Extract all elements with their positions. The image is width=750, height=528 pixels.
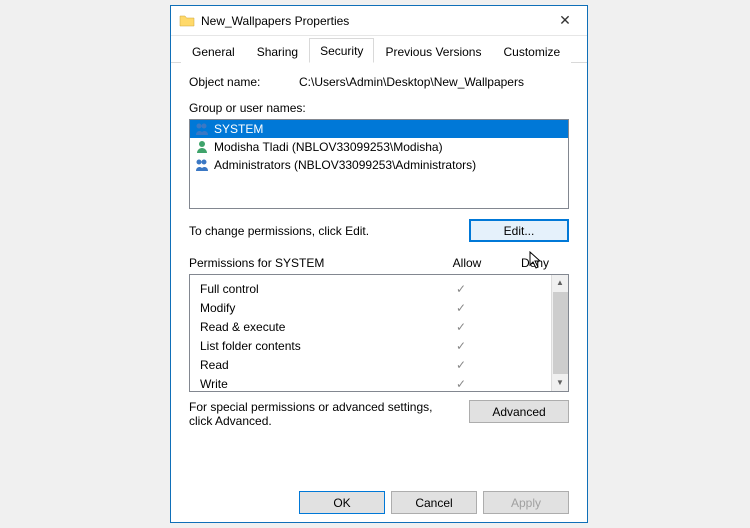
permission-name: List folder contents [200,339,431,353]
tab-customize[interactable]: Customize [492,39,571,63]
permission-row: Read ✓ [190,355,551,374]
allow-cell: ✓ [431,339,491,353]
permissions-listbox: Full control ✓ Modify ✓ Read & execute ✓… [189,274,569,392]
allow-cell: ✓ [431,377,491,391]
permission-name: Write [200,377,431,391]
permissions-header: Permissions for SYSTEM Allow Deny [189,256,569,270]
allow-cell: ✓ [431,282,491,296]
groups-listbox[interactable]: SYSTEM Modisha Tladi (NBLOV33099253\Modi… [189,119,569,209]
cancel-button[interactable]: Cancel [391,491,477,514]
column-allow: Allow [433,256,501,270]
group-item-label: Modisha Tladi (NBLOV33099253\Modisha) [214,140,443,154]
tab-security[interactable]: Security [309,38,374,63]
group-item-label: Administrators (NBLOV33099253\Administra… [214,158,476,172]
permission-name: Read & execute [200,320,431,334]
group-item-user[interactable]: Modisha Tladi (NBLOV33099253\Modisha) [190,138,568,156]
allow-cell: ✓ [431,301,491,315]
tab-general[interactable]: General [181,39,246,63]
object-name-label: Object name: [189,75,299,89]
user-icon [194,139,210,155]
object-name-value: C:\Users\Admin\Desktop\New_Wallpapers [299,75,524,89]
advanced-row: For special permissions or advanced sett… [189,400,569,428]
permission-name: Full control [200,282,431,296]
scrollbar-thumb[interactable] [553,292,568,374]
groups-label: Group or user names: [189,101,569,115]
folder-icon [179,13,195,29]
tabs: General Sharing Security Previous Versio… [171,36,587,63]
object-name-row: Object name: C:\Users\Admin\Desktop\New_… [189,75,569,89]
permissions-for-label: Permissions for SYSTEM [189,256,433,270]
properties-window: New_Wallpapers Properties ✕ General Shar… [170,5,588,523]
close-button[interactable]: ✕ [543,6,587,36]
permission-row: Full control ✓ [190,279,551,298]
permission-row: Modify ✓ [190,298,551,317]
permission-name: Read [200,358,431,372]
allow-cell: ✓ [431,358,491,372]
allow-cell: ✓ [431,320,491,334]
permission-row: Write ✓ [190,374,551,391]
permissions-list[interactable]: Full control ✓ Modify ✓ Read & execute ✓… [190,275,551,391]
apply-button[interactable]: Apply [483,491,569,514]
group-item-system[interactable]: SYSTEM [190,120,568,138]
advanced-button[interactable]: Advanced [469,400,569,423]
tab-sharing[interactable]: Sharing [246,39,309,63]
dialog-footer: OK Cancel Apply [171,491,587,514]
check-icon: ✓ [456,339,466,353]
permission-row: List folder contents ✓ [190,336,551,355]
close-icon: ✕ [559,12,571,29]
edit-hint: To change permissions, click Edit. [189,224,369,238]
window-title: New_Wallpapers Properties [201,14,543,28]
check-icon: ✓ [456,282,466,296]
group-icon [194,157,210,173]
tab-previous-versions[interactable]: Previous Versions [374,39,492,63]
group-icon [194,121,210,137]
titlebar: New_Wallpapers Properties ✕ [171,6,587,36]
permission-name: Modify [200,301,431,315]
group-item-administrators[interactable]: Administrators (NBLOV33099253\Administra… [190,156,568,174]
permission-row: Read & execute ✓ [190,317,551,336]
edit-row: To change permissions, click Edit. Edit.… [189,219,569,242]
check-icon: ✓ [456,358,466,372]
check-icon: ✓ [456,301,466,315]
security-panel: Object name: C:\Users\Admin\Desktop\New_… [171,63,587,436]
advanced-hint: For special permissions or advanced sett… [189,400,459,428]
chevron-down-icon[interactable]: ▼ [556,375,564,391]
group-item-label: SYSTEM [214,122,263,136]
ok-button[interactable]: OK [299,491,385,514]
scrollbar[interactable]: ▲ ▼ [551,275,568,391]
edit-button[interactable]: Edit... [469,219,569,242]
column-deny: Deny [501,256,569,270]
check-icon: ✓ [456,320,466,334]
check-icon: ✓ [456,377,466,391]
chevron-up-icon[interactable]: ▲ [556,275,564,291]
